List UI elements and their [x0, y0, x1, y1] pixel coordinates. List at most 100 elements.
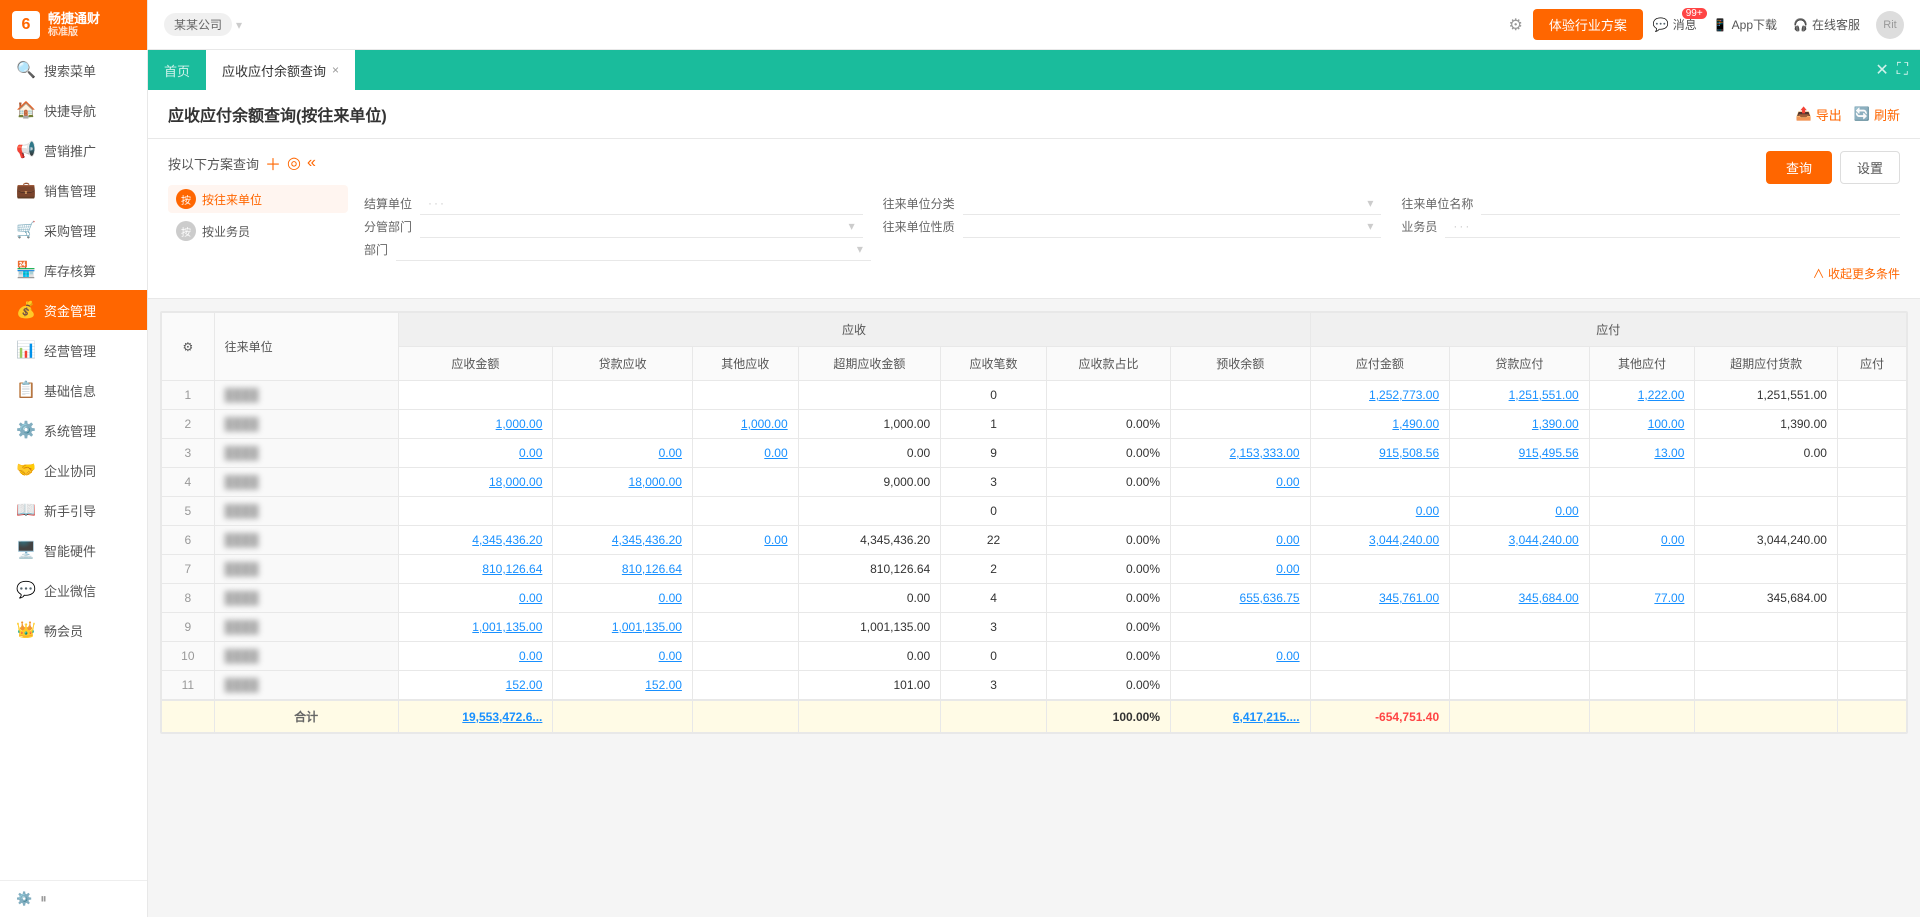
- sidebar-item-search[interactable]: 🔍 搜索菜单: [0, 50, 147, 90]
- row-p-amount[interactable]: [1310, 671, 1450, 701]
- row-r-loan[interactable]: 152.00: [553, 671, 693, 701]
- sidebar-item-member[interactable]: 👑 畅会员: [0, 610, 147, 650]
- query-button[interactable]: 查询: [1766, 151, 1832, 184]
- gear-icon[interactable]: ⚙: [1509, 15, 1523, 35]
- filter-mode-by-unit[interactable]: 按 按往来单位: [168, 185, 348, 213]
- salesman-select[interactable]: ···: [1445, 215, 1900, 238]
- row-p-loan[interactable]: 0.00: [1450, 497, 1590, 526]
- row-p-other[interactable]: 0.00: [1589, 526, 1695, 555]
- sidebar-item-quicknav[interactable]: 🏠 快捷导航: [0, 90, 147, 130]
- footer-r-advance[interactable]: 6,417,215....: [1171, 700, 1311, 733]
- row-r-amount[interactable]: 1,001,135.00: [398, 613, 553, 642]
- row-r-advance[interactable]: 655,636.75: [1171, 584, 1311, 613]
- row-r-amount[interactable]: [398, 381, 553, 410]
- filter-collapse-button[interactable]: ∧ 收起更多条件: [364, 261, 1900, 286]
- cta-button[interactable]: 体验行业方案: [1533, 9, 1643, 40]
- row-p-loan[interactable]: 345,684.00: [1450, 584, 1590, 613]
- row-r-advance[interactable]: [1171, 613, 1311, 642]
- row-r-other[interactable]: [692, 671, 798, 701]
- row-p-amount[interactable]: 345,761.00: [1310, 584, 1450, 613]
- row-r-advance[interactable]: [1171, 671, 1311, 701]
- breadcrumb-chevron[interactable]: ▾: [236, 18, 242, 32]
- row-r-other[interactable]: [692, 613, 798, 642]
- row-r-loan[interactable]: 18,000.00: [553, 468, 693, 497]
- row-r-loan[interactable]: [553, 381, 693, 410]
- row-p-loan[interactable]: 3,044,240.00: [1450, 526, 1590, 555]
- row-r-amount[interactable]: 1,000.00: [398, 410, 553, 439]
- sidebar-item-hardware[interactable]: 🖥️ 智能硬件: [0, 530, 147, 570]
- message-button[interactable]: 💬 消息 99+: [1653, 16, 1697, 33]
- sidebar-item-wechat[interactable]: 💬 企业微信: [0, 570, 147, 610]
- row-r-other[interactable]: [692, 555, 798, 584]
- table-settings-col[interactable]: ⚙: [162, 313, 215, 381]
- row-p-loan[interactable]: [1450, 671, 1590, 701]
- counterpart-name-input[interactable]: [1481, 192, 1900, 215]
- row-r-amount[interactable]: 0.00: [398, 642, 553, 671]
- row-r-other[interactable]: [692, 381, 798, 410]
- row-r-advance[interactable]: 0.00: [1171, 555, 1311, 584]
- row-p-amount[interactable]: 1,490.00: [1310, 410, 1450, 439]
- row-r-other[interactable]: [692, 584, 798, 613]
- row-p-loan[interactable]: [1450, 613, 1590, 642]
- sidebar-item-marketing[interactable]: 📢 营销推广: [0, 130, 147, 170]
- filter-prev-icon[interactable]: «: [307, 154, 316, 172]
- sidebar-item-corp[interactable]: 🤝 企业协同: [0, 450, 147, 490]
- row-p-loan[interactable]: 1,390.00: [1450, 410, 1590, 439]
- row-p-other[interactable]: [1589, 555, 1695, 584]
- refresh-button[interactable]: 🔄 刷新: [1854, 105, 1900, 124]
- row-r-other[interactable]: [692, 642, 798, 671]
- sidebar-item-sales[interactable]: 💼 销售管理: [0, 170, 147, 210]
- app-download-button[interactable]: 📱 App下载: [1713, 16, 1777, 33]
- row-r-amount[interactable]: 0.00: [398, 584, 553, 613]
- sidebar-item-guide[interactable]: 📖 新手引导: [0, 490, 147, 530]
- user-avatar[interactable]: Rit: [1876, 11, 1904, 39]
- row-r-advance[interactable]: [1171, 381, 1311, 410]
- row-r-amount[interactable]: 0.00: [398, 439, 553, 468]
- settings-icon[interactable]: ⚙️: [16, 891, 32, 907]
- row-r-amount[interactable]: 810,126.64: [398, 555, 553, 584]
- row-p-other[interactable]: [1589, 468, 1695, 497]
- row-p-other[interactable]: 1,222.00: [1589, 381, 1695, 410]
- dept-select[interactable]: ▾: [396, 238, 871, 261]
- row-r-amount[interactable]: 18,000.00: [398, 468, 553, 497]
- row-r-loan[interactable]: [553, 497, 693, 526]
- tab-close-all-icon[interactable]: ✕: [1875, 60, 1888, 80]
- row-r-other[interactable]: [692, 497, 798, 526]
- row-r-advance[interactable]: 0.00: [1171, 526, 1311, 555]
- filter-mode-by-salesman[interactable]: 按 按业务员: [168, 217, 348, 245]
- row-p-amount[interactable]: 3,044,240.00: [1310, 526, 1450, 555]
- row-p-amount[interactable]: 0.00: [1310, 497, 1450, 526]
- footer-r-amount[interactable]: 19,553,472.6...: [398, 700, 553, 733]
- tab-current[interactable]: 应收应付余额查询 ×: [206, 50, 355, 90]
- row-p-amount[interactable]: 915,508.56: [1310, 439, 1450, 468]
- row-p-amount[interactable]: [1310, 642, 1450, 671]
- row-r-loan[interactable]: 0.00: [553, 642, 693, 671]
- row-p-other[interactable]: 100.00: [1589, 410, 1695, 439]
- tab-home[interactable]: 首页: [148, 50, 206, 90]
- row-r-amount[interactable]: 4,345,436.20: [398, 526, 553, 555]
- row-p-amount[interactable]: [1310, 613, 1450, 642]
- row-p-other[interactable]: [1589, 613, 1695, 642]
- tab-close-icon[interactable]: ×: [332, 63, 339, 77]
- pause-icon[interactable]: ⏸: [40, 891, 47, 907]
- row-r-advance[interactable]: [1171, 410, 1311, 439]
- filter-add-icon[interactable]: ＋: [265, 151, 281, 175]
- dept-managed-select[interactable]: ▾: [420, 215, 863, 238]
- filter-target-icon[interactable]: ◎: [287, 153, 301, 173]
- row-p-other[interactable]: 13.00: [1589, 439, 1695, 468]
- row-r-loan[interactable]: 1,001,135.00: [553, 613, 693, 642]
- row-r-advance[interactable]: [1171, 497, 1311, 526]
- row-r-other[interactable]: [692, 468, 798, 497]
- row-p-loan[interactable]: 1,251,551.00: [1450, 381, 1590, 410]
- row-r-other[interactable]: 0.00: [692, 526, 798, 555]
- row-p-amount[interactable]: [1310, 555, 1450, 584]
- row-r-loan[interactable]: 4,345,436.20: [553, 526, 693, 555]
- export-button[interactable]: 📤 导出: [1796, 105, 1842, 124]
- row-r-loan[interactable]: 0.00: [553, 584, 693, 613]
- row-p-other[interactable]: [1589, 642, 1695, 671]
- row-r-other[interactable]: 1,000.00: [692, 410, 798, 439]
- row-p-amount[interactable]: [1310, 468, 1450, 497]
- sidebar-item-system[interactable]: ⚙️ 系统管理: [0, 410, 147, 450]
- row-p-loan[interactable]: [1450, 468, 1590, 497]
- sidebar-item-purchase[interactable]: 🛒 采购管理: [0, 210, 147, 250]
